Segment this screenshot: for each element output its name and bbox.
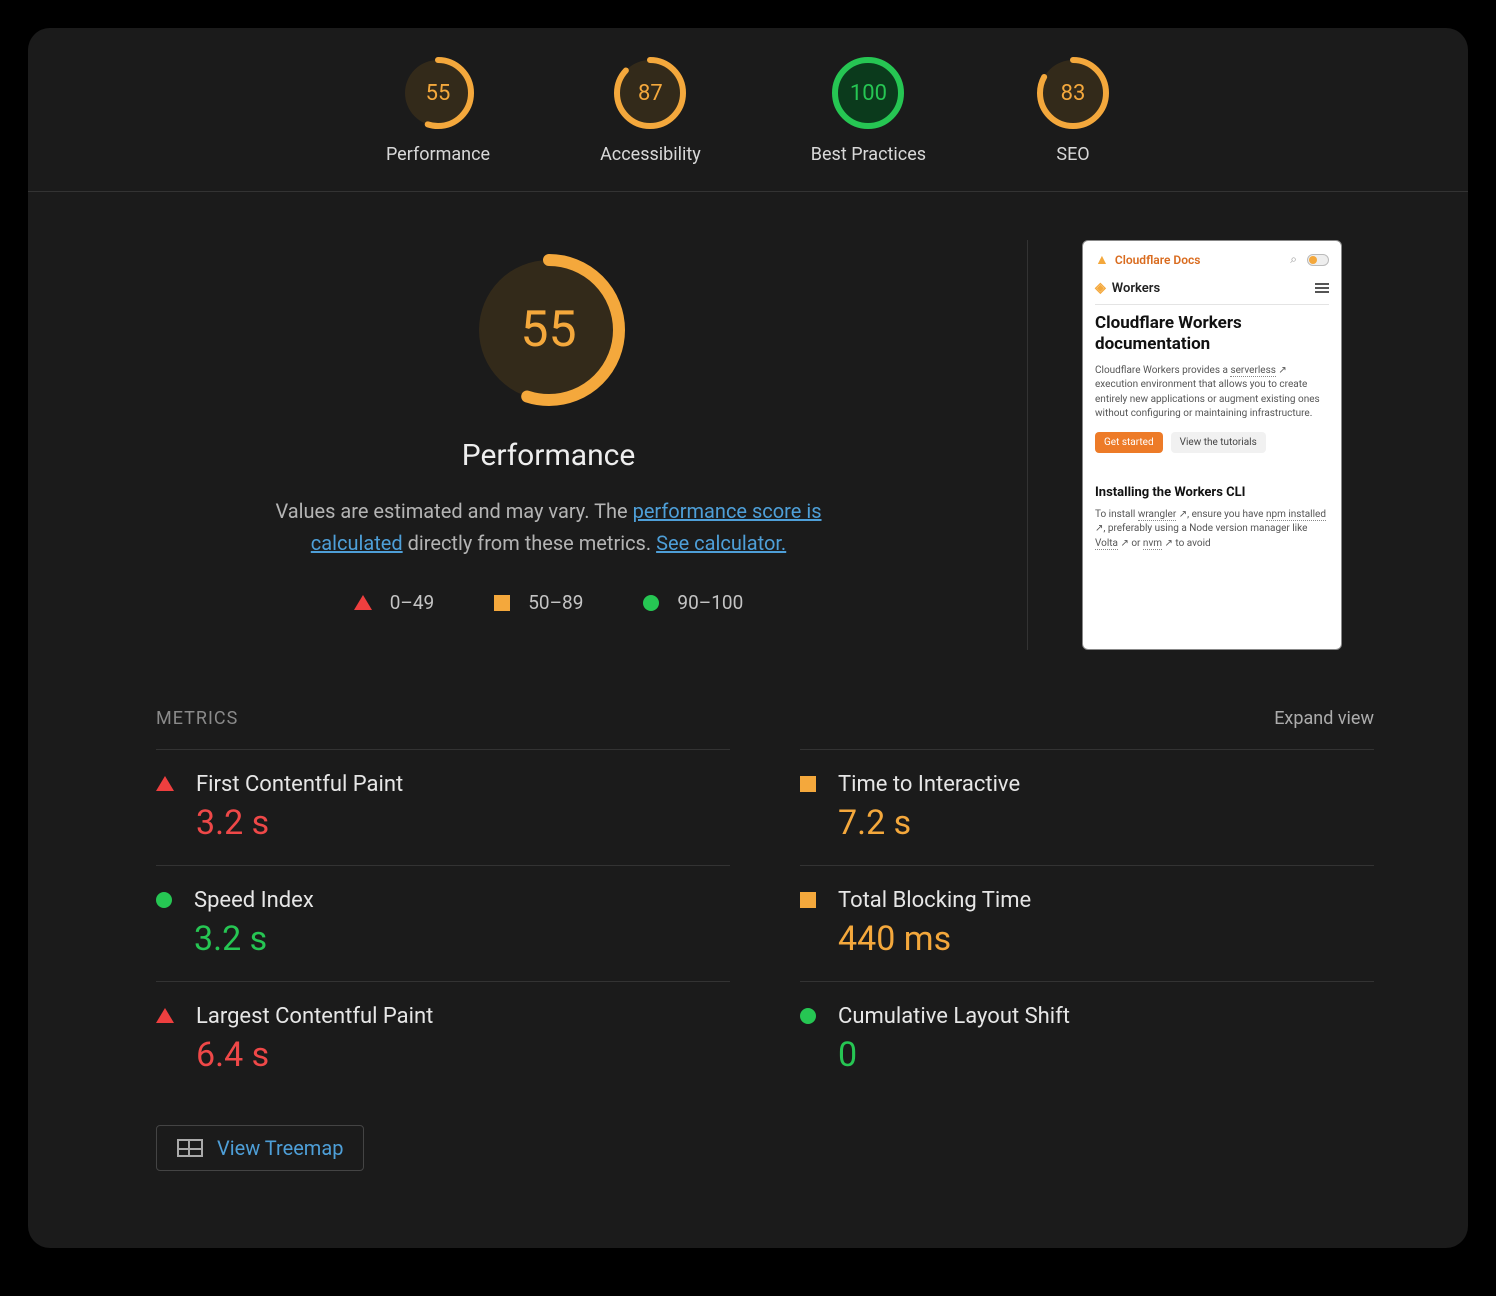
preview-h2: Installing the Workers CLI — [1095, 485, 1329, 500]
triangle-icon — [156, 776, 174, 791]
square-icon — [800, 892, 816, 908]
workers-icon: ◈ — [1095, 280, 1106, 296]
gauge-best-practices[interactable]: 100 Best Practices — [811, 56, 926, 165]
metric-lcp: Largest Contentful Paint6.4 s — [156, 981, 730, 1097]
performance-description: Values are estimated and may vary. The p… — [269, 495, 829, 559]
gauge-accessibility[interactable]: 87 Accessibility — [600, 56, 701, 165]
square-icon — [800, 776, 816, 792]
metric-value: 3.2 s — [194, 919, 314, 959]
preview-body: Cloudflare Workers provides a serverless… — [1095, 364, 1329, 422]
metric-tti: Time to Interactive7.2 s — [800, 749, 1374, 865]
legend-average: 50–89 — [494, 591, 583, 614]
preview-tutorials-button: View the tutorials — [1171, 432, 1266, 453]
performance-score: 55 — [469, 250, 629, 410]
gauge-label: Accessibility — [600, 144, 701, 165]
triangle-icon — [156, 1008, 174, 1023]
gauge-value: 55 — [401, 56, 475, 130]
view-treemap-button[interactable]: View Treemap — [156, 1125, 364, 1171]
metrics-header: Metrics Expand view — [28, 698, 1468, 749]
preview-get-started-button: Get started — [1095, 432, 1163, 453]
lighthouse-panel: 55 Performance 87 Accessibility 100 Best… — [28, 28, 1468, 1248]
preview-cli-body: To install wrangler ↗, ensure you have n… — [1095, 508, 1329, 552]
metric-value: 6.4 s — [196, 1035, 433, 1075]
performance-hero: 55 Performance Values are estimated and … — [28, 192, 1468, 698]
legend-pass: 90–100 — [643, 591, 743, 614]
performance-gauge: 55 — [469, 250, 629, 410]
circle-icon — [800, 1008, 816, 1024]
metric-value: 3.2 s — [196, 803, 403, 843]
hamburger-icon — [1315, 283, 1329, 293]
search-icon: ⌕ — [1290, 252, 1297, 267]
gauge-label: Best Practices — [811, 144, 926, 165]
theme-toggle — [1307, 254, 1329, 266]
gauge-label: Performance — [386, 144, 490, 165]
gauge-ring: 100 — [831, 56, 905, 130]
gauge-ring: 55 — [401, 56, 475, 130]
gauge-ring: 83 — [1036, 56, 1110, 130]
square-icon — [494, 595, 510, 611]
metric-speed-index: Speed Index3.2 s — [156, 865, 730, 981]
cloudflare-icon: ▲ — [1095, 251, 1109, 268]
score-gauges-bar: 55 Performance 87 Accessibility 100 Best… — [28, 38, 1468, 192]
gauge-value: 83 — [1036, 56, 1110, 130]
metric-cls: Cumulative Layout Shift0 — [800, 981, 1374, 1097]
gauge-seo[interactable]: 83 SEO — [1036, 56, 1110, 165]
triangle-icon — [354, 595, 372, 610]
circle-icon — [643, 595, 659, 611]
metrics-grid: First Contentful Paint3.2 s Time to Inte… — [28, 749, 1468, 1097]
preview-h1: Cloudflare Workers documentation — [1095, 313, 1329, 356]
metric-value: 440 ms — [838, 919, 1031, 959]
score-legend: 0–49 50–89 90–100 — [354, 591, 744, 614]
preview-brand: Cloudflare Docs — [1115, 253, 1201, 267]
gauge-performance[interactable]: 55 Performance — [386, 56, 490, 165]
performance-title: Performance — [462, 438, 636, 473]
gauge-value: 100 — [831, 56, 905, 130]
metric-fcp: First Contentful Paint3.2 s — [156, 749, 730, 865]
metric-tbt: Total Blocking Time440 ms — [800, 865, 1374, 981]
circle-icon — [156, 892, 172, 908]
preview-section: Workers — [1112, 281, 1160, 296]
page-screenshot: ▲ Cloudflare Docs ⌕ ◈ Workers Cloudflare W… — [1082, 240, 1342, 650]
expand-view-button[interactable]: Expand view — [1274, 708, 1374, 729]
gauge-value: 87 — [613, 56, 687, 130]
gauge-ring: 87 — [613, 56, 687, 130]
vertical-divider — [1027, 240, 1028, 650]
see-calculator-link[interactable]: See calculator. — [656, 531, 786, 555]
metric-value: 0 — [838, 1035, 1070, 1075]
treemap-icon — [177, 1139, 203, 1157]
metric-value: 7.2 s — [838, 803, 1020, 843]
legend-fail: 0–49 — [354, 591, 435, 614]
metrics-label: Metrics — [156, 708, 238, 729]
gauge-label: SEO — [1056, 144, 1089, 165]
